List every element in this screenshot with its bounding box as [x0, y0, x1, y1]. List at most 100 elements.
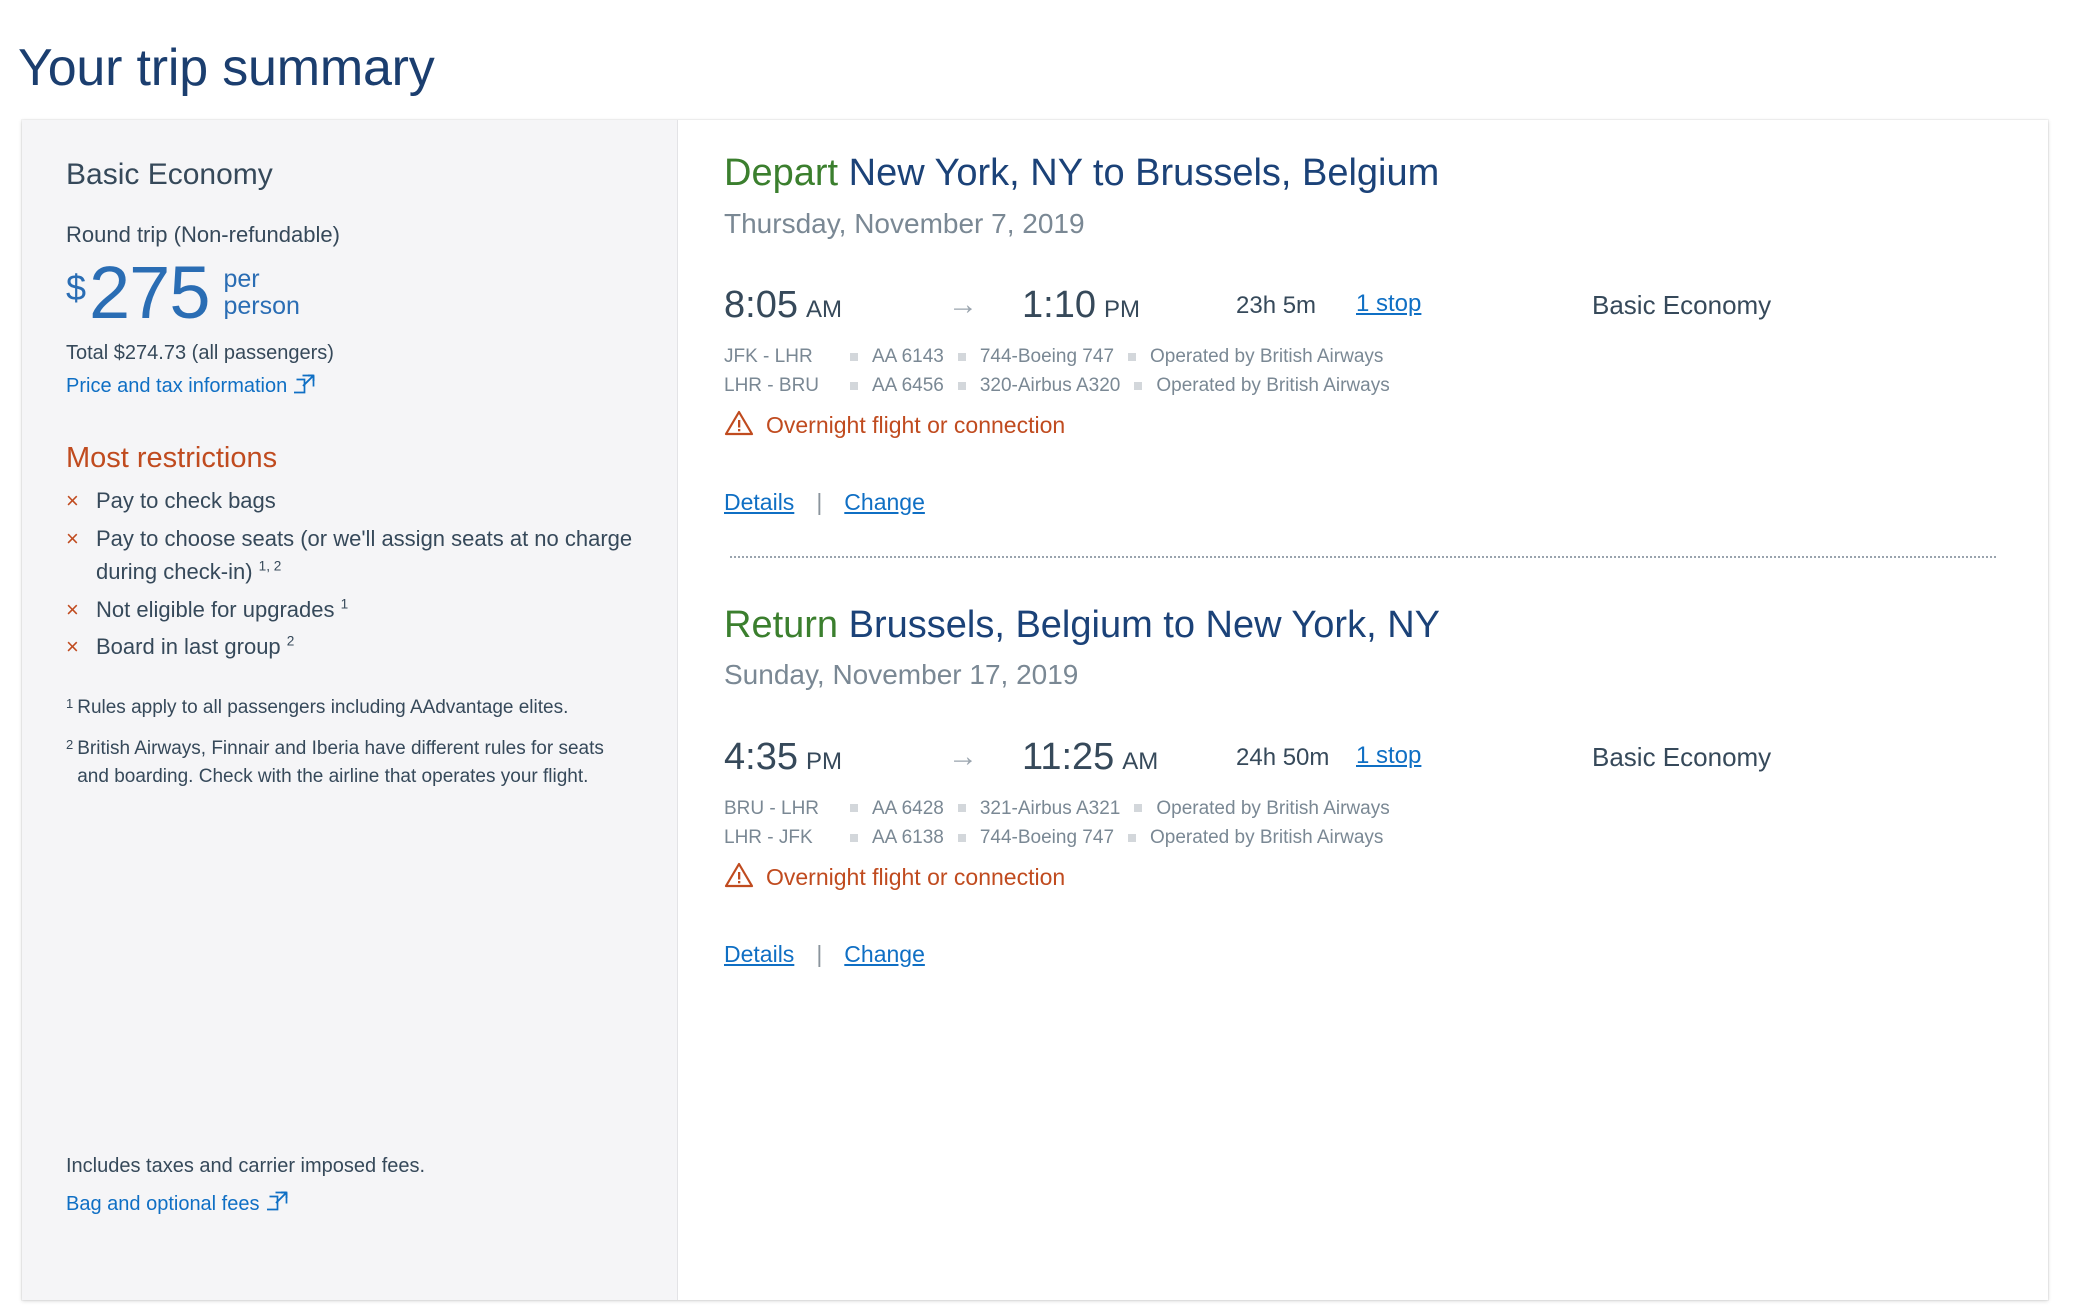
segment-return: Return Brussels, Belgium to New York, NY… [724, 602, 2002, 968]
cabin-label: Basic Economy [1592, 289, 1772, 320]
x-icon: × [66, 488, 79, 514]
flight-leg: LHR - BRU AA 6456 320-Airbus A320 Operat… [724, 371, 2002, 400]
restrictions-heading: Most restrictions [66, 441, 278, 474]
restriction-text: Pay to choose seats (or we'll assign sea… [96, 525, 633, 585]
flight-duration: 24h 50m [1236, 743, 1330, 771]
action-separator: | [816, 488, 823, 515]
flight-duration: 23h 5m [1236, 291, 1317, 319]
leg-separator-icon [1128, 352, 1137, 361]
segment-date: Thursday, November 7, 2019 [724, 207, 1085, 239]
x-icon: × [66, 525, 79, 551]
arrow-right-icon: → [948, 287, 978, 321]
leg-flight-number: AA 6143 [872, 345, 944, 367]
segment-direction: Depart [724, 152, 839, 194]
overnight-warning: Overnight flight or connection [724, 409, 2002, 443]
flight-leg: BRU - LHR AA 6428 321-Airbus A321 Operat… [724, 794, 2002, 823]
stops-link-wrapper: 1 stop [1356, 738, 1556, 770]
footnote: 1 Rules apply to all passengers includin… [66, 694, 633, 722]
segment-actions: Details | Change [724, 941, 2002, 968]
warning-triangle-icon [724, 861, 766, 895]
external-link-icon [263, 1190, 289, 1218]
leg-separator-icon [957, 804, 966, 813]
leg-flight-number: AA 6456 [872, 375, 944, 397]
x-icon: × [66, 596, 79, 622]
details-link[interactable]: Details [724, 941, 794, 968]
restriction-item: × Not eligible for upgrades 1 [66, 593, 633, 626]
x-icon: × [66, 634, 79, 660]
price-unit-label: per person [223, 264, 300, 320]
arrival-time: 11:25 AM [1022, 738, 1218, 776]
leg-separator-icon [957, 352, 966, 361]
details-link[interactable]: Details [724, 489, 794, 516]
leg-separator-icon [957, 833, 966, 842]
flight-legs: BRU - LHR AA 6428 321-Airbus A321 Operat… [724, 794, 2002, 853]
restriction-label: Pay to choose seats (or we'll assign sea… [96, 522, 633, 589]
footnote-marker: 2 [66, 737, 74, 753]
arrival-time-meridiem: AM [1122, 747, 1159, 775]
sidebar-footer: Includes taxes and carrier imposed fees.… [66, 1155, 626, 1218]
stops-link[interactable]: 1 stop [1356, 742, 1421, 769]
leg-separator-icon [957, 382, 966, 391]
departure-time-value: 8:05 [724, 283, 798, 326]
segment-heading: Return Brussels, Belgium to New York, NY [724, 602, 2002, 650]
segment-heading: Depart New York, NY to Brussels, Belgium [724, 150, 2002, 198]
includes-taxes-label: Includes taxes and carrier imposed fees. [66, 1155, 426, 1177]
stops-link[interactable]: 1 stop [1356, 290, 1421, 317]
price-and-tax-information-link[interactable]: Price and tax information [66, 373, 316, 401]
total-price-label: Total $274.73 (all passengers) [66, 341, 334, 364]
segment-route: Brussels, Belgium to New York, NY [838, 603, 1440, 646]
leg-aircraft: 744-Boeing 747 [979, 827, 1115, 849]
flight-times-row: 8:05 AM → 1:10 PM 23h 5m 1 stop Basic Ec… [724, 286, 2002, 324]
flight-legs: JFK - LHR AA 6143 744-Boeing 747 Operate… [724, 342, 2002, 401]
leg-route: LHR - JFK [724, 827, 813, 849]
change-link[interactable]: Change [844, 489, 925, 516]
restrictions-list: × Pay to check bags × Pay to choose seat… [66, 484, 633, 663]
fare-name: Basic Economy [66, 158, 273, 191]
arrival-time-value: 11:25 [1022, 735, 1115, 778]
segment-date: Sunday, November 17, 2019 [724, 659, 1079, 691]
price-block: $ 275 per person [66, 250, 633, 334]
arrival-time-value: 1:10 [1022, 283, 1096, 326]
footnote-text: British Airways, Finnair and Iberia have… [77, 738, 604, 787]
footnote-marker: 1 [66, 695, 74, 711]
restriction-text: Not eligible for upgrades [96, 596, 335, 622]
leg-route: LHR - BRU [724, 375, 820, 397]
departure-time: 4:35 PM [724, 738, 904, 776]
leg-separator-icon [1134, 804, 1143, 813]
fare-summary-sidebar: Basic Economy Round trip (Non-refundable… [22, 120, 678, 1300]
leg-operator: Operated by British Airways [1156, 375, 1390, 397]
restriction-label: Board in last group 2 [96, 630, 633, 663]
flight-leg: LHR - JFK AA 6138 744-Boeing 747 Operate… [724, 823, 2002, 852]
leg-flight-number: AA 6138 [872, 827, 944, 849]
change-link[interactable]: Change [844, 941, 925, 968]
leg-route: JFK - LHR [724, 345, 813, 367]
leg-aircraft: 321-Airbus A321 [979, 797, 1121, 819]
footnotes-list: 1 Rules apply to all passengers includin… [66, 694, 633, 791]
overnight-warning-label: Overnight flight or connection [766, 412, 1066, 439]
segment-route: New York, NY to Brussels, Belgium [838, 152, 1440, 194]
departure-time-value: 4:35 [724, 735, 798, 778]
arrow-right-icon: → [948, 739, 978, 773]
leg-flight-number: AA 6428 [872, 797, 944, 819]
price-amount: 275 [89, 250, 210, 334]
leg-separator-icon [850, 382, 858, 391]
arrival-time: 1:10 PM [1022, 286, 1218, 324]
bag-and-optional-fees-link[interactable]: Bag and optional fees [66, 1190, 289, 1218]
itinerary-panel: Depart New York, NY to Brussels, Belgium… [678, 120, 2048, 1300]
overnight-warning: Overnight flight or connection [724, 861, 2002, 895]
restriction-footnote-ref: 1 [340, 596, 349, 612]
restriction-item: × Pay to check bags [66, 484, 633, 517]
restriction-label: Not eligible for upgrades 1 [96, 593, 633, 626]
restriction-text: Pay to check bags [96, 488, 276, 514]
leg-operator: Operated by British Airways [1150, 827, 1384, 849]
overnight-warning-label: Overnight flight or connection [766, 864, 1066, 891]
leg-separator-icon [1134, 382, 1143, 391]
page-title: Your trip summary [18, 38, 435, 97]
departure-time: 8:05 AM [724, 286, 904, 324]
trip-type-label: Round trip (Non-refundable) [66, 222, 340, 247]
leg-separator-icon [1128, 833, 1137, 842]
leg-operator: Operated by British Airways [1150, 345, 1384, 367]
segment-actions: Details | Change [724, 489, 2002, 516]
leg-separator-icon [850, 352, 858, 361]
action-separator: | [816, 940, 823, 967]
